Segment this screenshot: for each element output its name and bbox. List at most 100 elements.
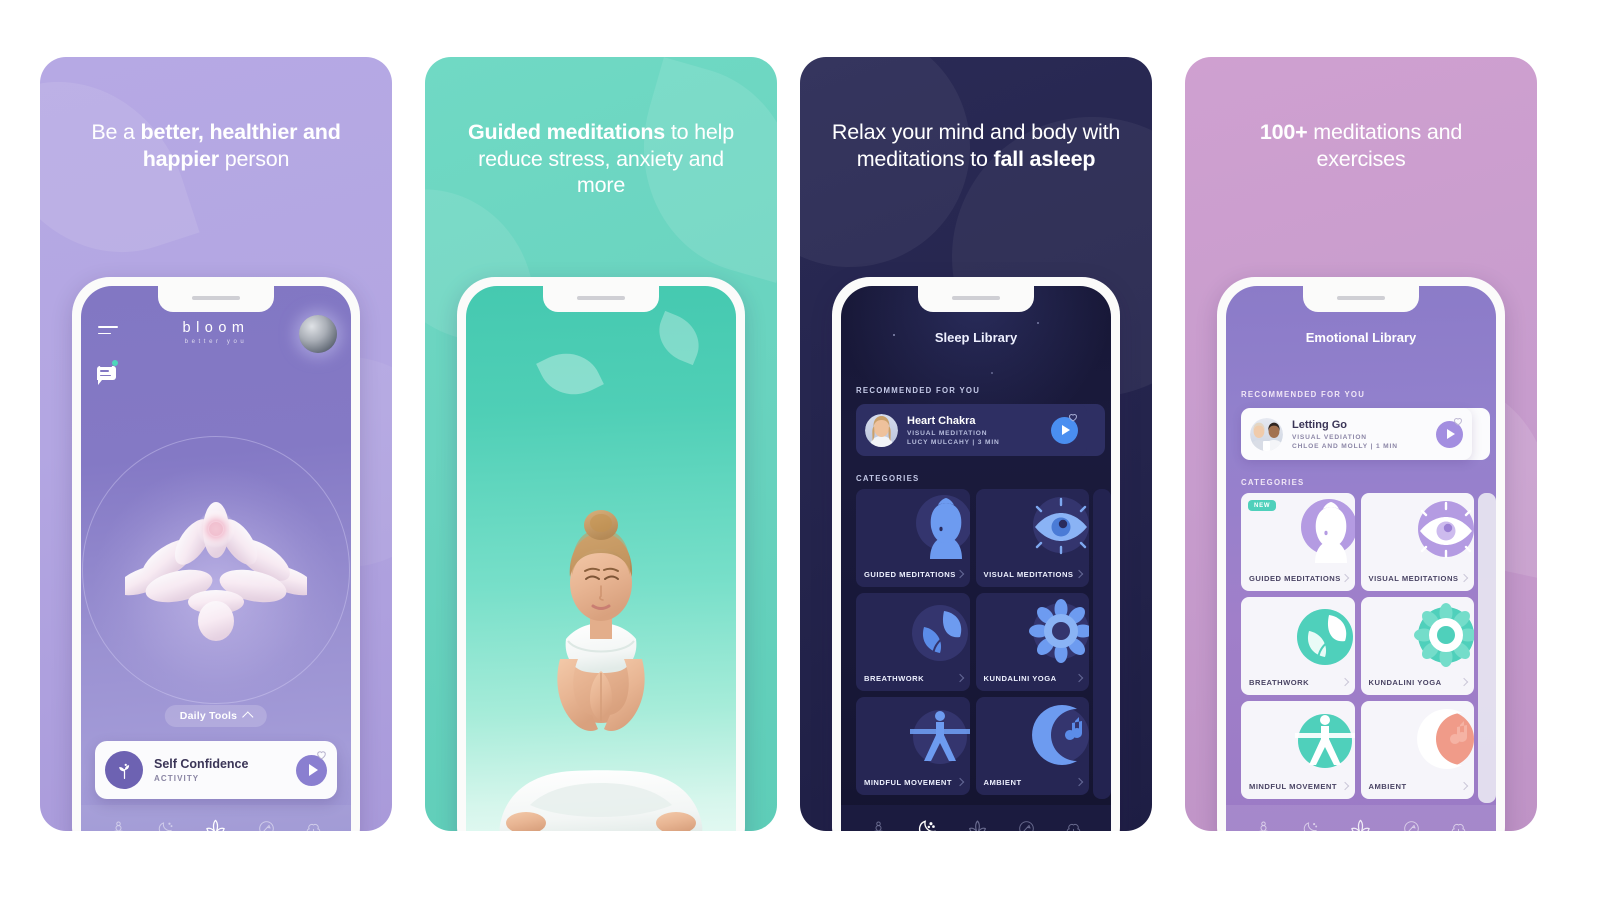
heart-outline-icon[interactable]: [315, 748, 328, 766]
sidebar-item-meditation-icon[interactable]: [1254, 819, 1273, 831]
activity-card[interactable]: Self Confidence ACTIVITY: [95, 741, 337, 799]
chevron-up-icon: [242, 711, 254, 723]
chat-bubble-icon[interactable]: [97, 360, 118, 385]
sidebar-item-lotus-icon[interactable]: [203, 817, 228, 831]
category-card-mindful-movement[interactable]: MINDFUL MOVEMENT: [856, 697, 970, 795]
category-card-guided-meditations[interactable]: GUIDED MEDITATIONS: [856, 489, 970, 587]
chevron-right-icon: [955, 777, 964, 787]
category-peek-column[interactable]: [1478, 493, 1496, 803]
recommended-card[interactable]: Letting Go VISUAL VEDIATION CHLOE AND MO…: [1241, 408, 1472, 460]
sidebar-item-moon-icon[interactable]: [156, 819, 175, 831]
headline-seg: meditations and exercises: [1307, 120, 1463, 171]
library-title: Emotional Library: [1305, 330, 1417, 345]
category-label: AMBIENT: [1368, 782, 1407, 792]
sidebar-item-palette-icon[interactable]: [1017, 819, 1036, 831]
warrior-pose-icon: [900, 701, 970, 777]
sidebar-item-tree-icon[interactable]: [1064, 819, 1083, 831]
earpiece-speaker: [577, 296, 625, 300]
category-card-ambient[interactable]: AMBIENT: [1360, 701, 1474, 799]
chevron-right-icon: [1459, 573, 1469, 583]
bottom-nav-bar-1: [81, 805, 351, 831]
headline-seg: person: [218, 146, 290, 171]
section-label-recommended: RECOMMENDED FOR YOU: [856, 386, 981, 395]
leaves-circle-icon: [900, 597, 970, 673]
category-peek-column[interactable]: [1093, 489, 1111, 799]
earpiece-speaker: [192, 296, 240, 300]
leaf-shape-icon: [650, 310, 708, 366]
sidebar-item-lotus-icon[interactable]: [1348, 817, 1373, 831]
activity-card-title: Self Confidence: [154, 757, 249, 771]
screenshot-gallery: Be a better, healthier and happier perso…: [0, 0, 1600, 901]
recommended-type: VISUAL VEDIATION: [1292, 433, 1367, 441]
chevron-right-icon: [1459, 781, 1469, 791]
sidebar-item-meditation-icon[interactable]: [869, 819, 888, 831]
sidebar-item-palette-icon[interactable]: [1402, 819, 1421, 831]
category-label: GUIDED MEDITATIONS: [864, 570, 956, 580]
headline-seg-bold: Guided meditations: [467, 120, 666, 144]
categories-grid: GUIDED MEDITATIONS VISUAL MEDITATIONS BR…: [856, 489, 1089, 795]
daily-tools-button[interactable]: Daily Tools: [164, 705, 268, 727]
category-card-breathwork[interactable]: BREATHWORK: [856, 593, 970, 691]
eye-icon: [1019, 493, 1089, 569]
sidebar-item-tree-icon[interactable]: [1449, 819, 1468, 831]
phone-notch: [543, 286, 659, 312]
chevron-right-icon: [955, 569, 964, 579]
category-card-guided-meditations[interactable]: NEW GUIDED MEDITATIONS: [1241, 493, 1355, 591]
brand-tagline: better you: [184, 339, 248, 345]
panel-3-headline: Relax your mind and body with meditation…: [800, 119, 1152, 172]
category-card-visual-meditations[interactable]: VISUAL MEDITATIONS: [975, 489, 1089, 587]
recommended-separator: |: [972, 438, 976, 446]
app-top-bar: bloom better you: [81, 314, 351, 356]
sidebar-item-palette-icon[interactable]: [257, 819, 276, 831]
headline-seg: Be a: [91, 120, 141, 144]
chevron-right-icon: [1459, 677, 1469, 687]
section-label-recommended: RECOMMENDED FOR YOU: [1241, 390, 1366, 399]
panel-2-headline: Guided meditations to help reduce stress…: [425, 119, 777, 199]
store-screenshot-panel-1: Be a better, healthier and happier perso…: [40, 57, 392, 831]
woman-meditating-lotus-pose: [486, 453, 716, 831]
sidebar-item-lotus-icon[interactable]: [966, 818, 989, 831]
leaves-circle-icon: [1285, 601, 1355, 677]
app-brand: bloom better you: [183, 320, 250, 345]
heart-outline-icon[interactable]: [1067, 410, 1079, 428]
category-card-breathwork[interactable]: BREATHWORK: [1241, 597, 1355, 695]
category-label: MINDFUL MOVEMENT: [864, 778, 953, 788]
category-label: KUNDALINI YOGA: [1368, 678, 1442, 688]
chevron-right-icon: [955, 673, 964, 683]
sidebar-item-meditation-icon[interactable]: [109, 819, 128, 831]
phone-notch: [1303, 286, 1419, 312]
chevron-right-icon: [1074, 673, 1084, 683]
headline-seg-bold: fall asleep: [993, 146, 1096, 171]
sidebar-item-moon-icon[interactable]: [916, 817, 939, 831]
bottom-nav-bar-3: [841, 805, 1111, 831]
categories-grid: NEW GUIDED MEDITATIONS VISUAL MEDITATION…: [1241, 493, 1474, 799]
heart-outline-icon[interactable]: [1452, 414, 1464, 432]
category-card-mindful-movement[interactable]: MINDFUL MOVEMENT: [1241, 701, 1355, 799]
app-screen-home: bloom better you Daily Tools Self Confid…: [81, 286, 351, 831]
sidebar-item-moon-icon[interactable]: [1301, 819, 1320, 831]
section-label-categories: CATEGORIES: [856, 474, 920, 483]
moon-sphere-icon[interactable]: [299, 315, 337, 353]
status-badge: NEW: [1248, 500, 1277, 511]
hamburger-icon[interactable]: [98, 326, 118, 338]
category-card-kundalini-yoga[interactable]: KUNDALINI YOGA: [975, 593, 1089, 691]
category-label: BREATHWORK: [1249, 678, 1310, 688]
section-label-categories: CATEGORIES: [1241, 478, 1305, 487]
category-label: AMBIENT: [983, 778, 1022, 788]
category-card-ambient[interactable]: AMBIENT: [975, 697, 1089, 795]
recommended-card[interactable]: Heart Chakra VISUAL MEDITATION LUCY MULC…: [856, 404, 1087, 456]
avatar-illustration: [865, 413, 898, 447]
sidebar-item-tree-icon[interactable]: [304, 819, 323, 831]
category-label: VISUAL MEDITATIONS: [983, 570, 1074, 580]
category-label: MINDFUL MOVEMENT: [1249, 782, 1338, 792]
avatar-illustration: [1250, 417, 1283, 451]
recommended-duration: 3 MIN: [977, 438, 1000, 446]
mandala-flower-icon: [1019, 597, 1089, 673]
category-card-visual-meditations[interactable]: VISUAL MEDITATIONS: [1360, 493, 1474, 591]
category-card-kundalini-yoga[interactable]: KUNDALINI YOGA: [1360, 597, 1474, 695]
chevron-right-icon: [1340, 781, 1349, 791]
phone-mockup-1: bloom better you Daily Tools Self Confid…: [72, 277, 360, 831]
woman-portrait-avatar: [865, 413, 898, 447]
panel-4-headline: 100+ meditations and exercises: [1185, 119, 1537, 172]
category-label: VISUAL MEDITATIONS: [1368, 574, 1459, 584]
